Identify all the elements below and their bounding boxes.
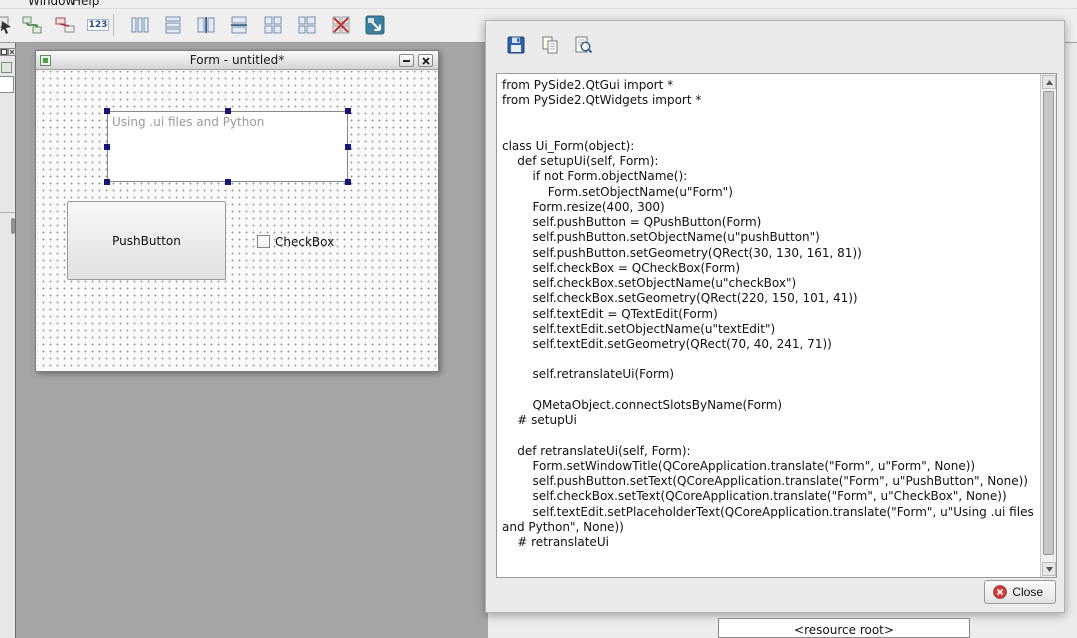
widget-box-icon (1, 62, 12, 73)
scroll-up-icon[interactable] (1042, 75, 1056, 89)
widget-box-scrollbar-thumb[interactable] (11, 218, 15, 234)
widget-edit-mode-icon[interactable] (0, 13, 16, 37)
close-circle-icon (993, 585, 1007, 599)
checkbox-indicator[interactable] (257, 235, 270, 248)
tab-order-edit-mode-icon[interactable]: 123 (86, 13, 110, 37)
mdi-area: Form - untitled* Using .ui files and Pyt… (16, 43, 488, 638)
code-view[interactable]: from PySide2.QtGui import * from PySide2… (496, 73, 1057, 578)
break-layout-icon[interactable] (329, 13, 353, 37)
menu-window[interactable]: Window (28, 0, 75, 8)
adjust-size-icon[interactable] (363, 13, 387, 37)
layout-horizontal-icon[interactable] (128, 13, 152, 37)
save-icon[interactable] (504, 33, 528, 57)
form-canvas: Using .ui files and Python PushButton Ch… (37, 71, 437, 370)
code-text[interactable]: from PySide2.QtGui import * from PySide2… (502, 78, 1035, 573)
qt-designer-screen: Window Help 123 (0, 0, 1077, 638)
scrollbar-thumb[interactable] (1043, 91, 1054, 555)
resource-browser-panel: <resource root> (718, 618, 970, 638)
form-window-icon (40, 55, 51, 66)
checkbox-widget[interactable]: CheckBox (257, 221, 358, 262)
pushbutton-widget[interactable]: PushButton (67, 201, 226, 280)
form-window-title: Form - untitled* (190, 53, 284, 67)
layout-horizontal-splitter-icon[interactable] (194, 13, 218, 37)
selection-handle[interactable] (104, 179, 110, 185)
widget-filter-input[interactable] (0, 76, 14, 93)
selection-handle[interactable] (104, 108, 110, 114)
selection-handle[interactable] (345, 108, 351, 114)
menu-help[interactable]: Help (72, 0, 99, 8)
dock-divider (0, 212, 15, 213)
minimize-button[interactable] (399, 54, 414, 67)
form-window-titlebar[interactable]: Form - untitled* (36, 51, 438, 70)
selection-handle[interactable] (345, 144, 351, 150)
layout-grid-icon[interactable] (261, 13, 285, 37)
widget-box-dock (0, 43, 16, 638)
selection-handle[interactable] (225, 179, 231, 185)
menubar: Window Help (0, 0, 1077, 9)
layout-vertical-splitter-icon[interactable] (227, 13, 251, 37)
form-designer-window: Form - untitled* Using .ui files and Pyt… (35, 50, 439, 372)
selection-handle[interactable] (345, 179, 351, 185)
buddy-edit-mode-icon[interactable] (53, 13, 77, 37)
textedit-box: Using .ui files and Python (107, 111, 348, 182)
signals-slots-edit-mode-icon[interactable] (20, 13, 44, 37)
textedit-widget[interactable]: Using .ui files and Python (107, 111, 348, 182)
layout-vertical-icon[interactable] (161, 13, 185, 37)
dock-float-icon[interactable] (0, 48, 8, 56)
tab-order-glyph: 123 (87, 19, 110, 31)
textedit-placeholder: Using .ui files and Python (112, 115, 264, 129)
layout-form-icon[interactable] (295, 13, 319, 37)
dock-close-icon[interactable] (8, 48, 16, 56)
close-icon (422, 57, 430, 65)
selection-handle[interactable] (225, 108, 231, 114)
close-dialog-button[interactable]: Close (984, 580, 1056, 604)
close-button[interactable] (418, 54, 433, 67)
find-icon[interactable] (571, 33, 595, 57)
close-button-label: Close (1012, 585, 1043, 599)
toolbar-separator (113, 14, 114, 36)
code-scrollbar[interactable] (1040, 74, 1056, 577)
checkbox-label: CheckBox (275, 235, 334, 249)
scroll-down-icon[interactable] (1042, 562, 1056, 576)
selection-handle[interactable] (104, 144, 110, 150)
copy-icon[interactable] (538, 33, 562, 57)
minimize-icon (403, 60, 410, 62)
view-code-dialog: from PySide2.QtGui import * from PySide2… (485, 20, 1065, 613)
resource-root-item[interactable]: <resource root> (794, 623, 894, 637)
